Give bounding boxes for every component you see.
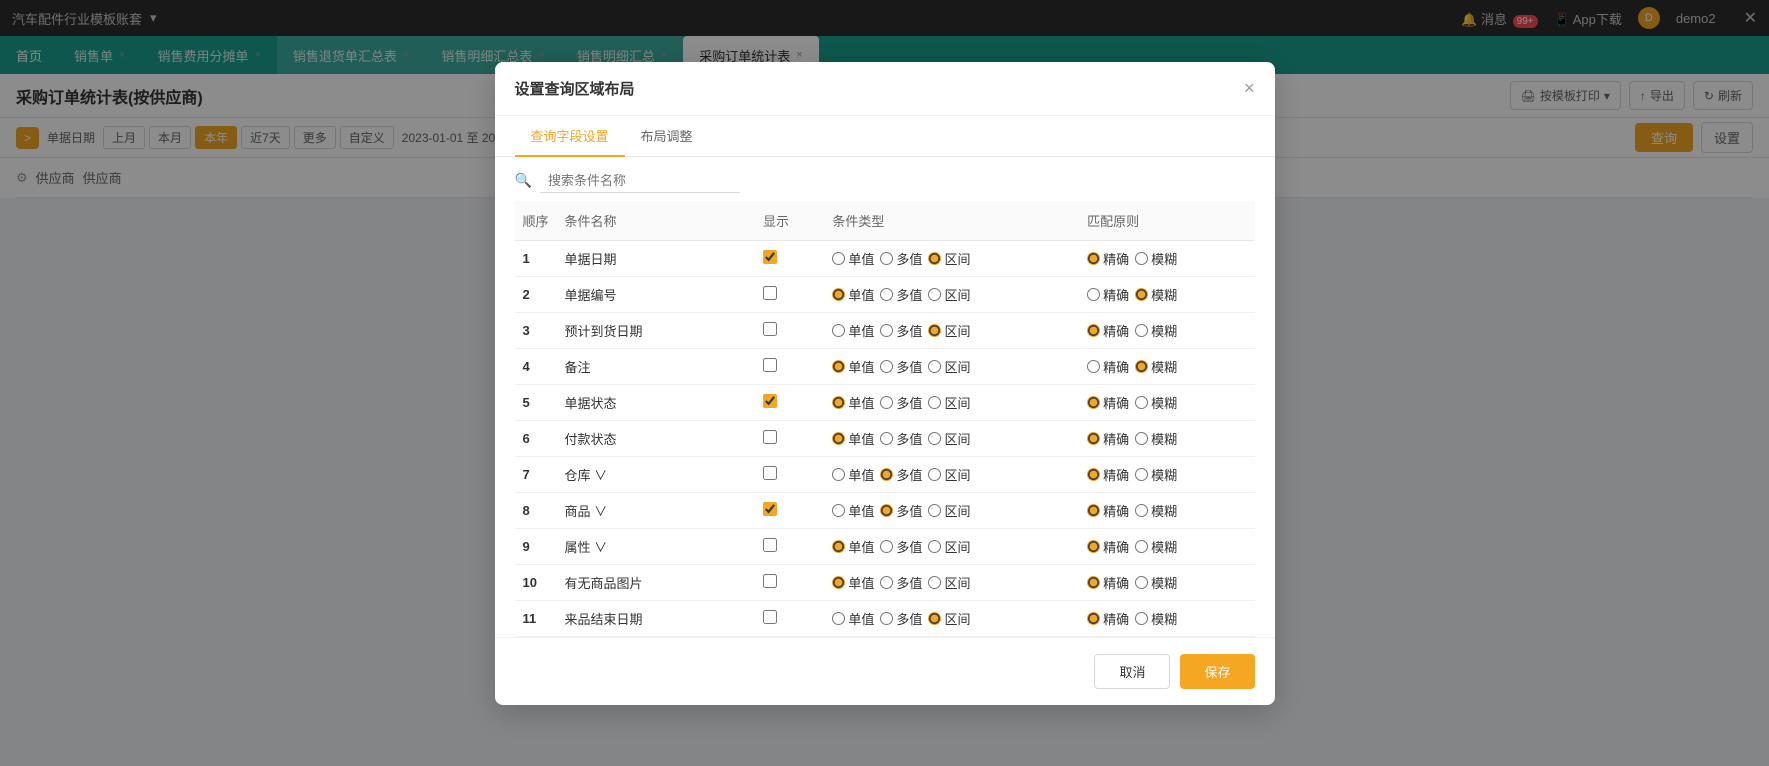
cell-display: [755, 312, 824, 348]
cell-order: 5: [515, 384, 557, 420]
col-match: 匹配原则: [1079, 201, 1254, 241]
cell-match-rule: 精确模糊: [1079, 600, 1254, 636]
cell-display: [755, 528, 824, 564]
cell-match-rule: 精确模糊: [1079, 348, 1254, 384]
cell-condition-type: 单值多值区间: [824, 600, 1079, 636]
cell-match-rule: 精确模糊: [1079, 384, 1254, 420]
cell-name: 预计到货日期: [557, 312, 755, 348]
cell-display: [755, 276, 824, 312]
cell-condition-type: 单值多值区间: [824, 276, 1079, 312]
display-checkbox[interactable]: [763, 322, 777, 336]
cancel-button[interactable]: 取消: [1094, 654, 1170, 689]
cell-display: [755, 456, 824, 492]
display-checkbox[interactable]: [763, 466, 777, 480]
table-row: 4备注 单值多值区间精确模糊: [515, 348, 1255, 384]
table-row: 8商品 ∨ 单值多值区间精确模糊: [515, 492, 1255, 528]
cell-order: 1: [515, 240, 557, 276]
cell-condition-type: 单值多值区间: [824, 456, 1079, 492]
col-order: 顺序: [515, 201, 557, 241]
col-name: 条件名称: [557, 201, 755, 241]
cell-condition-type: 单值多值区间: [824, 240, 1079, 276]
display-checkbox[interactable]: [763, 502, 777, 516]
dialog-search-area: 🔍: [495, 157, 1275, 201]
cell-name: 来品结束日期: [557, 600, 755, 636]
dialog-table-wrap: 顺序 条件名称 显示 条件类型 匹配原则 1单据日期单值多值区间精确模糊2单据编…: [495, 201, 1275, 637]
cell-condition-type: 单值多值区间: [824, 528, 1079, 564]
conditions-table: 顺序 条件名称 显示 条件类型 匹配原则 1单据日期单值多值区间精确模糊2单据编…: [515, 201, 1255, 637]
cell-display: [755, 420, 824, 456]
table-header-row: 顺序 条件名称 显示 条件类型 匹配原则: [515, 201, 1255, 241]
table-row: 9属性 ∨ 单值多值区间精确模糊: [515, 528, 1255, 564]
display-checkbox[interactable]: [763, 574, 777, 588]
search-icon: 🔍: [515, 172, 532, 189]
cell-match-rule: 精确模糊: [1079, 312, 1254, 348]
table-row: 7仓库 ∨ 单值多值区间精确模糊: [515, 456, 1255, 492]
cell-match-rule: 精确模糊: [1079, 420, 1254, 456]
cell-match-rule: 精确模糊: [1079, 456, 1254, 492]
cell-display: [755, 600, 824, 636]
display-checkbox[interactable]: [763, 394, 777, 408]
cell-name: 仓库 ∨: [557, 456, 755, 492]
cell-order: 11: [515, 600, 557, 636]
cell-condition-type: 单值多值区间: [824, 384, 1079, 420]
table-row: 3预计到货日期 单值多值区间精确模糊: [515, 312, 1255, 348]
settings-dialog: 设置查询区域布局 × 查询字段设置 布局调整 🔍 顺序 条件名称: [495, 62, 1275, 705]
dialog-close-button[interactable]: ×: [1244, 79, 1255, 97]
table-row: 6付款状态 单值多值区间精确模糊: [515, 420, 1255, 456]
table-row: 10有无商品图片 单值多值区间精确模糊: [515, 564, 1255, 600]
cell-display: [755, 240, 824, 276]
cell-name: 单据状态: [557, 384, 755, 420]
modal-overlay: 设置查询区域布局 × 查询字段设置 布局调整 🔍 顺序 条件名称: [0, 0, 1769, 766]
table-row: 1单据日期 单值多值区间精确模糊: [515, 240, 1255, 276]
cell-name: 备注: [557, 348, 755, 384]
cell-name: 商品 ∨: [557, 492, 755, 528]
cell-condition-type: 单值多值区间: [824, 492, 1079, 528]
cell-condition-type: 单值多值区间: [824, 420, 1079, 456]
col-display: 显示: [755, 201, 824, 241]
cell-order: 4: [515, 348, 557, 384]
display-checkbox[interactable]: [763, 538, 777, 552]
cell-match-rule: 精确模糊: [1079, 492, 1254, 528]
cell-display: [755, 348, 824, 384]
cell-name: 单据编号: [557, 276, 755, 312]
col-type: 条件类型: [824, 201, 1079, 241]
cell-match-rule: 精确模糊: [1079, 564, 1254, 600]
dialog-tab-query[interactable]: 查询字段设置: [515, 116, 625, 157]
cell-match-rule: 精确模糊: [1079, 276, 1254, 312]
cell-display: [755, 492, 824, 528]
cell-name: 属性 ∨: [557, 528, 755, 564]
cell-order: 8: [515, 492, 557, 528]
cell-order: 3: [515, 312, 557, 348]
cell-condition-type: 单值多值区间: [824, 348, 1079, 384]
display-checkbox[interactable]: [763, 250, 777, 264]
cell-condition-type: 单值多值区间: [824, 312, 1079, 348]
cell-order: 6: [515, 420, 557, 456]
search-input[interactable]: [540, 169, 740, 193]
cell-name: 付款状态: [557, 420, 755, 456]
display-checkbox[interactable]: [763, 286, 777, 300]
display-checkbox[interactable]: [763, 358, 777, 372]
cell-order: 10: [515, 564, 557, 600]
dialog-tab-layout[interactable]: 布局调整: [625, 116, 709, 157]
table-row: 2单据编号 单值多值区间精确模糊: [515, 276, 1255, 312]
dialog-footer: 取消 保存: [495, 637, 1275, 705]
cell-match-rule: 精确模糊: [1079, 528, 1254, 564]
cell-condition-type: 单值多值区间: [824, 564, 1079, 600]
display-checkbox[interactable]: [763, 610, 777, 624]
cell-name: 单据日期: [557, 240, 755, 276]
display-checkbox[interactable]: [763, 430, 777, 444]
dialog-title: 设置查询区域布局: [515, 78, 635, 99]
dialog-header: 设置查询区域布局 ×: [495, 62, 1275, 116]
table-row: 11来品结束日期 单值多值区间精确模糊: [515, 600, 1255, 636]
save-button[interactable]: 保存: [1180, 654, 1254, 689]
cell-display: [755, 384, 824, 420]
dialog-tabs: 查询字段设置 布局调整: [495, 116, 1275, 157]
cell-display: [755, 564, 824, 600]
cell-order: 7: [515, 456, 557, 492]
cell-match-rule: 精确模糊: [1079, 240, 1254, 276]
cell-name: 有无商品图片: [557, 564, 755, 600]
cell-order: 2: [515, 276, 557, 312]
cell-order: 9: [515, 528, 557, 564]
table-row: 5单据状态 单值多值区间精确模糊: [515, 384, 1255, 420]
